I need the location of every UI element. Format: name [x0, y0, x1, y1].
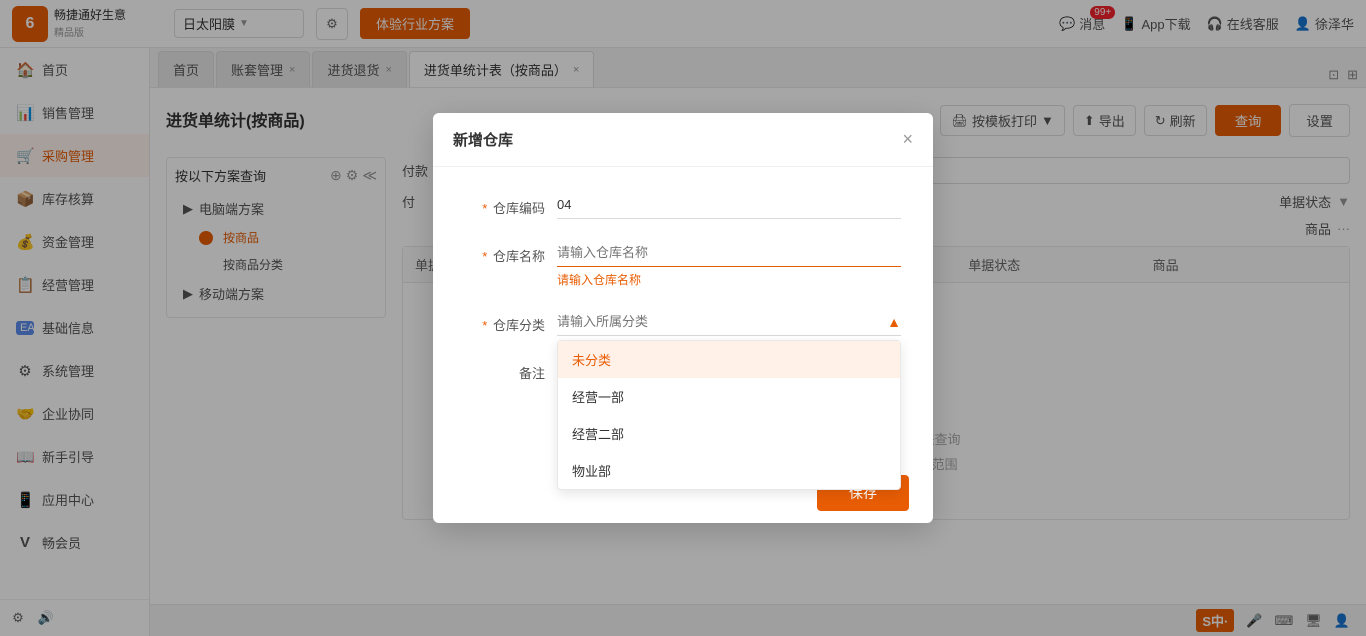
code-input-wrap: [557, 191, 901, 219]
code-required-mark: *: [482, 201, 487, 216]
category-input[interactable]: [557, 308, 901, 336]
form-row-category: * 仓库分类 ▲ 未分类 经营一部 经营二部 物业部: [465, 308, 901, 336]
modal-header: 新增仓库 ×: [433, 113, 933, 167]
cat-option-dept2[interactable]: 经营二部: [558, 415, 900, 452]
cat-option-none[interactable]: 未分类: [558, 341, 900, 378]
name-required-mark: *: [482, 249, 487, 264]
category-label: * 仓库分类: [465, 308, 545, 334]
category-toggle-btn[interactable]: ▲: [887, 314, 901, 330]
modal-body: * 仓库编码 * 仓库名称 请输入仓库名称: [433, 167, 933, 463]
form-row-name: * 仓库名称 请输入仓库名称: [465, 239, 901, 288]
modal-close-button[interactable]: ×: [902, 129, 913, 150]
modal-add-warehouse: 新增仓库 × * 仓库编码 * 仓库名称: [433, 113, 933, 523]
note-label: 备注: [465, 356, 545, 382]
code-label: * 仓库编码: [465, 191, 545, 217]
code-input[interactable]: [557, 191, 901, 219]
category-input-wrap: ▲ 未分类 经营一部 经营二部 物业部: [557, 308, 901, 336]
name-error-msg: 请输入仓库名称: [557, 271, 901, 288]
name-input-wrap: 请输入仓库名称: [557, 239, 901, 288]
category-required-mark: *: [482, 318, 487, 333]
modal-overlay: 新增仓库 × * 仓库编码 * 仓库名称: [0, 0, 1366, 636]
name-label: * 仓库名称: [465, 239, 545, 265]
modal-title: 新增仓库: [453, 129, 513, 150]
cat-option-dept1[interactable]: 经营一部: [558, 378, 900, 415]
cat-option-property[interactable]: 物业部: [558, 452, 900, 489]
category-dropdown: 未分类 经营一部 经营二部 物业部: [557, 340, 901, 490]
form-row-code: * 仓库编码: [465, 191, 901, 219]
name-input[interactable]: [557, 239, 901, 267]
